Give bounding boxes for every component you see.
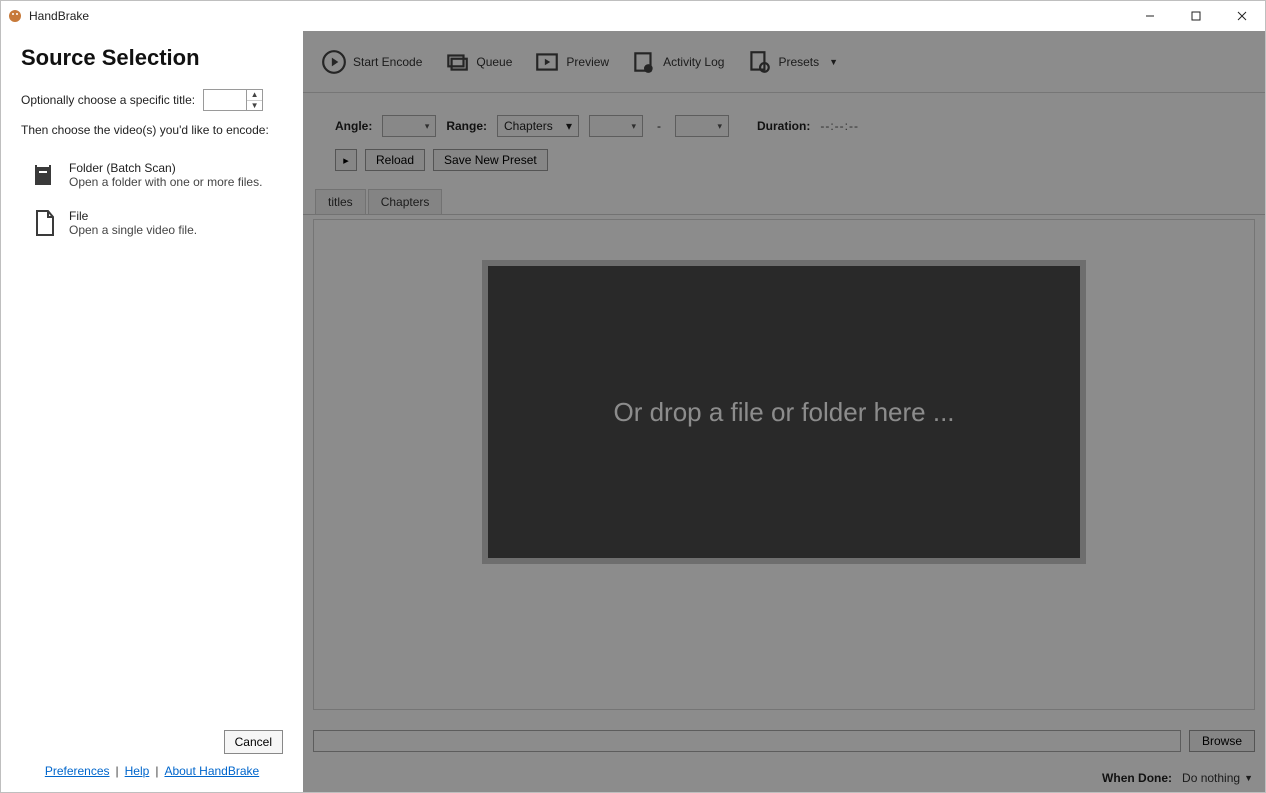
- angle-select[interactable]: ▾: [382, 115, 436, 137]
- preview-icon: [534, 49, 560, 75]
- minimize-button[interactable]: [1127, 1, 1173, 31]
- preset-actions-row: ▸ Reload Save New Preset: [323, 145, 1265, 177]
- tab-titles[interactable]: titles: [315, 189, 366, 214]
- main-area: Start Encode Queue Preview Activity Log …: [303, 31, 1265, 792]
- cancel-row: Cancel: [21, 730, 283, 754]
- preferences-link[interactable]: Preferences: [45, 764, 110, 778]
- titlebar-left: HandBrake: [7, 8, 89, 24]
- presets-icon: [746, 49, 772, 75]
- stepper-down-icon: ▼: [247, 101, 262, 111]
- help-link[interactable]: Help: [125, 764, 150, 778]
- browse-button[interactable]: Browse: [1189, 730, 1255, 752]
- source-instruction: Then choose the video(s) you'd like to e…: [21, 123, 283, 137]
- activity-log-button[interactable]: Activity Log: [623, 49, 732, 75]
- activity-log-icon: [631, 49, 657, 75]
- open-file-option[interactable]: File Open a single video file.: [33, 209, 283, 237]
- reload-button[interactable]: Reload: [365, 149, 425, 171]
- play-icon: [321, 49, 347, 75]
- content-area: Or drop a file or folder here ...: [313, 219, 1255, 710]
- range-from[interactable]: ▾: [589, 115, 643, 137]
- source-selection-panel: Source Selection Optionally choose a spe…: [1, 31, 303, 792]
- duration-label: Duration:: [757, 119, 810, 133]
- queue-icon: [444, 49, 470, 75]
- title-spinner-row: Optionally choose a specific title: ▲ ▼: [21, 89, 283, 111]
- queue-button[interactable]: Queue: [436, 49, 520, 75]
- save-path-input[interactable]: [313, 730, 1181, 752]
- open-folder-desc: Open a folder with one or more files.: [69, 175, 262, 189]
- activity-log-label: Activity Log: [663, 55, 724, 69]
- window-title: HandBrake: [29, 9, 89, 23]
- presets-label: Presets: [778, 55, 819, 69]
- source-selection-heading: Source Selection: [21, 45, 283, 71]
- preview-label: Preview: [566, 55, 609, 69]
- handbrake-window: HandBrake Start Encode Queue: [0, 0, 1266, 793]
- footer-links: Preferences | Help | About HandBrake: [21, 764, 283, 784]
- preset-step-button[interactable]: ▸: [335, 149, 357, 171]
- specific-title-label: Optionally choose a specific title:: [21, 93, 195, 107]
- save-as-row: Browse: [313, 726, 1255, 756]
- specific-title-input[interactable]: [203, 89, 247, 111]
- chevron-down-icon: ▼: [829, 57, 838, 67]
- drop-zone-text: Or drop a file or folder here ...: [613, 397, 954, 428]
- tabs: titles Chapters: [303, 183, 1265, 215]
- save-new-preset-button[interactable]: Save New Preset: [433, 149, 548, 171]
- angle-label: Angle:: [335, 119, 372, 133]
- title-angle-row: Angle: ▾ Range: Chapters▾ ▾ - ▾ Duration…: [323, 107, 1265, 145]
- app-icon: [7, 8, 23, 24]
- folder-icon: [33, 161, 57, 189]
- queue-label: Queue: [476, 55, 512, 69]
- maximize-button[interactable]: [1173, 1, 1219, 31]
- cancel-button[interactable]: Cancel: [224, 730, 283, 754]
- stepper-up-icon: ▲: [247, 90, 262, 101]
- file-icon: [33, 209, 57, 237]
- range-dash: -: [653, 119, 665, 133]
- statusbar: When Done: Do nothing ▼: [303, 764, 1265, 792]
- presets-button[interactable]: Presets ▼: [738, 49, 846, 75]
- start-encode-label: Start Encode: [353, 55, 422, 69]
- range-to[interactable]: ▾: [675, 115, 729, 137]
- open-folder-option[interactable]: Folder (Batch Scan) Open a folder with o…: [33, 161, 283, 189]
- open-folder-title: Folder (Batch Scan): [69, 161, 262, 175]
- tab-chapters[interactable]: Chapters: [368, 189, 443, 214]
- toolbar: Start Encode Queue Preview Activity Log …: [303, 31, 1265, 93]
- when-done-select[interactable]: Do nothing ▼: [1182, 771, 1253, 785]
- when-done-label: When Done:: [1102, 771, 1172, 785]
- specific-title-stepper[interactable]: ▲ ▼: [247, 89, 263, 111]
- chevron-down-icon: ▼: [1244, 773, 1253, 783]
- body: Start Encode Queue Preview Activity Log …: [1, 31, 1265, 792]
- close-button[interactable]: [1219, 1, 1265, 31]
- preview-button[interactable]: Preview: [526, 49, 617, 75]
- drop-zone[interactable]: Or drop a file or folder here ...: [482, 260, 1086, 564]
- range-type-select[interactable]: Chapters▾: [497, 115, 579, 137]
- start-encode-button[interactable]: Start Encode: [313, 49, 430, 75]
- window-controls: [1127, 1, 1265, 31]
- open-file-title: File: [69, 209, 197, 223]
- duration-value: --:--:--: [820, 119, 859, 133]
- about-link[interactable]: About HandBrake: [164, 764, 259, 778]
- open-file-desc: Open a single video file.: [69, 223, 197, 237]
- range-label: Range:: [446, 119, 487, 133]
- titlebar: HandBrake: [1, 1, 1265, 31]
